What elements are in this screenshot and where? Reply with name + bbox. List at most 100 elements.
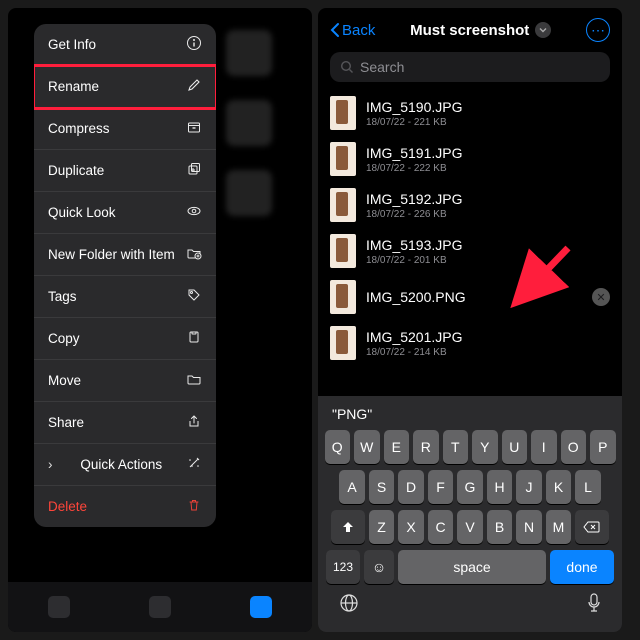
key-backspace[interactable] (575, 510, 609, 544)
back-button[interactable]: Back (330, 22, 375, 39)
key-m[interactable]: M (546, 510, 572, 544)
search-icon (340, 60, 354, 74)
file-name: IMG_5201.JPG (366, 329, 463, 345)
key-k[interactable]: K (546, 470, 572, 504)
menu-copy[interactable]: Copy (34, 318, 216, 360)
menu-duplicate[interactable]: Duplicate (34, 150, 216, 192)
file-row[interactable]: IMG_5191.JPG 18/07/22 - 222 KB (330, 136, 610, 182)
menu-label: Delete (48, 499, 87, 514)
key-z[interactable]: Z (369, 510, 395, 544)
menu-label: Move (48, 373, 81, 388)
tag-icon (186, 287, 202, 306)
archive-icon (186, 119, 202, 138)
file-thumbnail (330, 234, 356, 268)
menu-quick-actions[interactable]: › Quick Actions (34, 444, 216, 486)
search-placeholder: Search (360, 59, 404, 75)
menu-label: Tags (48, 289, 77, 304)
key-j[interactable]: J (516, 470, 542, 504)
file-thumbnail (330, 142, 356, 176)
key-emoji[interactable]: ☺ (364, 550, 394, 584)
menu-label: Get Info (48, 37, 96, 52)
file-row[interactable]: IMG_5193.JPG 18/07/22 - 201 KB (330, 228, 610, 274)
key-v[interactable]: V (457, 510, 483, 544)
copy-icon (186, 329, 202, 348)
key-e[interactable]: E (384, 430, 410, 464)
menu-label: Quick Actions (80, 457, 162, 472)
key-l[interactable]: L (575, 470, 601, 504)
menu-label: Compress (48, 121, 110, 136)
file-thumbnail (330, 280, 356, 314)
file-list: IMG_5190.JPG 18/07/22 - 221 KB IMG_5191.… (318, 90, 622, 366)
key-h[interactable]: H (487, 470, 513, 504)
key-g[interactable]: G (457, 470, 483, 504)
key-b[interactable]: B (487, 510, 513, 544)
menu-rename[interactable]: Rename (34, 66, 216, 108)
key-s[interactable]: S (369, 470, 395, 504)
chevron-right-icon: › (48, 457, 53, 472)
file-thumbnail (330, 188, 356, 222)
key-i[interactable]: I (531, 430, 557, 464)
keyboard-suggestion[interactable]: "PNG" (322, 402, 618, 430)
page-title[interactable]: Must screenshot (410, 22, 551, 39)
pencil-icon (186, 77, 202, 96)
search-input[interactable]: Search (330, 52, 610, 82)
eye-icon (186, 203, 202, 222)
menu-compress[interactable]: Compress (34, 108, 216, 150)
menu-get-info[interactable]: Get Info (34, 24, 216, 66)
menu-share[interactable]: Share (34, 402, 216, 444)
key-w[interactable]: W (354, 430, 380, 464)
menu-label: Rename (48, 79, 99, 94)
menu-move[interactable]: Move (34, 360, 216, 402)
file-name: IMG_5193.JPG (366, 237, 463, 253)
folder-plus-icon (186, 245, 202, 264)
file-name: IMG_5192.JPG (366, 191, 463, 207)
key-123[interactable]: 123 (326, 550, 360, 584)
key-p[interactable]: P (590, 430, 616, 464)
key-f[interactable]: F (428, 470, 454, 504)
file-meta: 18/07/22 - 201 KB (366, 255, 463, 266)
duplicate-icon (186, 161, 202, 180)
key-y[interactable]: Y (472, 430, 498, 464)
clear-text-button[interactable]: ✕ (592, 288, 610, 306)
key-r[interactable]: R (413, 430, 439, 464)
share-icon (186, 413, 202, 432)
key-shift[interactable] (331, 510, 365, 544)
trash-icon (186, 497, 202, 516)
key-c[interactable]: C (428, 510, 454, 544)
file-row[interactable]: IMG_5192.JPG 18/07/22 - 226 KB (330, 182, 610, 228)
wand-icon (186, 455, 202, 474)
info-icon (186, 35, 202, 54)
key-a[interactable]: A (339, 470, 365, 504)
key-o[interactable]: O (561, 430, 587, 464)
file-thumbnail (330, 326, 356, 360)
chevron-down-icon (535, 22, 551, 38)
menu-new-folder-with-item[interactable]: New Folder with Item (34, 234, 216, 276)
file-meta: 18/07/22 - 222 KB (366, 163, 463, 174)
menu-label: New Folder with Item (48, 247, 175, 262)
key-d[interactable]: D (398, 470, 424, 504)
more-button[interactable]: ⋯ (586, 18, 610, 42)
globe-icon[interactable] (338, 592, 360, 614)
menu-quick-look[interactable]: Quick Look (34, 192, 216, 234)
back-label: Back (342, 22, 375, 39)
keyboard: "PNG" QWERTYUIOP ASDFGHJKL ZXCVBNM 123 ☺ s… (318, 396, 622, 632)
file-name: IMG_5200.PNG (366, 289, 466, 305)
key-space[interactable]: space (398, 550, 546, 584)
key-q[interactable]: Q (325, 430, 351, 464)
key-x[interactable]: X (398, 510, 424, 544)
file-meta: 18/07/22 - 221 KB (366, 117, 463, 128)
file-row[interactable]: IMG_5190.JPG 18/07/22 - 221 KB (330, 90, 610, 136)
folder-icon (186, 371, 202, 390)
key-t[interactable]: T (443, 430, 469, 464)
phone-right: Back Must screenshot ⋯ Search IMG_5190.J… (318, 8, 622, 632)
menu-delete[interactable]: Delete (34, 486, 216, 527)
file-name: IMG_5191.JPG (366, 145, 463, 161)
mic-icon[interactable] (586, 592, 602, 614)
key-done[interactable]: done (550, 550, 614, 584)
file-row[interactable]: IMG_5201.JPG 18/07/22 - 214 KB (330, 320, 610, 366)
key-n[interactable]: N (516, 510, 542, 544)
menu-tags[interactable]: Tags (34, 276, 216, 318)
file-row[interactable]: IMG_5200.PNG ✕ (330, 274, 610, 320)
key-u[interactable]: U (502, 430, 528, 464)
tab-bar (8, 582, 312, 632)
